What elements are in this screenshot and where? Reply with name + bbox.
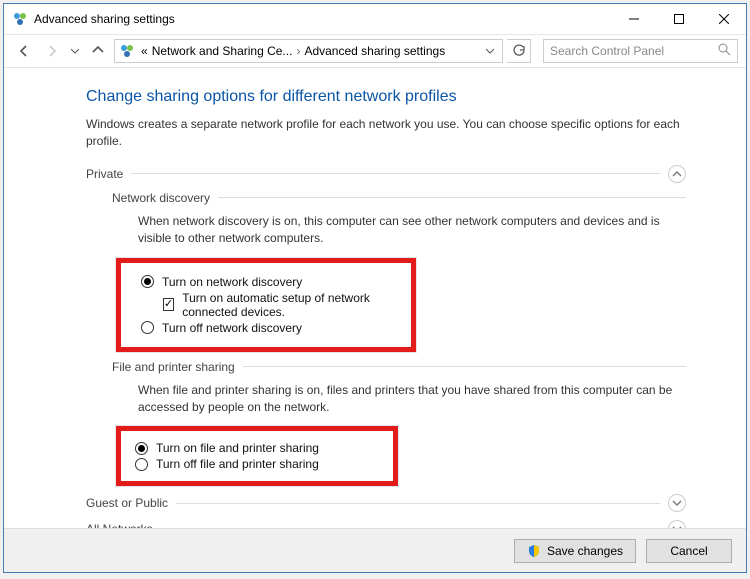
search-placeholder: Search Control Panel — [550, 44, 718, 58]
divider — [218, 197, 686, 198]
divider — [243, 366, 686, 367]
subsection-label: File and printer sharing — [112, 360, 235, 374]
checkbox-icon — [163, 298, 174, 311]
up-button[interactable] — [86, 39, 110, 63]
save-changes-button[interactable]: Save changes — [514, 539, 636, 563]
section-all-networks: All Networks — [86, 520, 686, 528]
section-header-private[interactable]: Private — [86, 165, 686, 183]
section-header-guest[interactable]: Guest or Public — [86, 494, 686, 512]
radio-label: Turn on network discovery — [162, 275, 302, 289]
close-button[interactable] — [701, 4, 746, 34]
checkbox-label: Turn on automatic setup of network conne… — [182, 291, 397, 319]
window-frame: Advanced sharing settings — [3, 3, 747, 573]
section-guest-public: Guest or Public — [86, 494, 686, 512]
divider — [176, 503, 660, 504]
shield-icon — [527, 544, 541, 558]
content-area: Change sharing options for different net… — [4, 68, 746, 528]
subsection-description: When network discovery is on, this compu… — [138, 213, 686, 248]
file-printer-options: Turn on file and printer sharing Turn of… — [116, 426, 398, 486]
radio-icon — [135, 458, 148, 471]
breadcrumb-dropdown[interactable] — [482, 44, 498, 58]
section-header-all[interactable]: All Networks — [86, 520, 686, 528]
cancel-button[interactable]: Cancel — [646, 539, 732, 563]
network-sharing-icon — [12, 11, 28, 27]
search-icon — [718, 43, 731, 59]
subsection-description: When file and printer sharing is on, fil… — [138, 382, 686, 417]
breadcrumb[interactable]: « Network and Sharing Ce... › Advanced s… — [114, 39, 503, 63]
back-button[interactable] — [12, 39, 36, 63]
forward-button[interactable] — [40, 39, 64, 63]
section-label: Guest or Public — [86, 496, 168, 510]
divider — [131, 173, 660, 174]
subsection-file-printer: File and printer sharing — [112, 360, 686, 374]
breadcrumb-segment[interactable]: Network and Sharing Ce... — [152, 44, 293, 58]
section-label: Private — [86, 167, 123, 181]
chevron-down-icon[interactable] — [668, 494, 686, 512]
section-private: Private Network discovery When network d… — [86, 165, 686, 487]
radio-icon — [141, 321, 154, 334]
search-input[interactable]: Search Control Panel — [543, 39, 738, 63]
subsection-label: Network discovery — [112, 191, 210, 205]
button-label: Save changes — [547, 544, 623, 558]
radio-label: Turn on file and printer sharing — [156, 441, 319, 455]
minimize-button[interactable] — [611, 4, 656, 34]
button-bar: Save changes Cancel — [4, 528, 746, 572]
radio-network-discovery-on[interactable]: Turn on network discovery — [141, 275, 397, 289]
window-title: Advanced sharing settings — [34, 12, 611, 26]
button-label: Cancel — [670, 544, 707, 558]
radio-icon — [135, 442, 148, 455]
radio-network-discovery-off[interactable]: Turn off network discovery — [141, 321, 397, 335]
radio-label: Turn off network discovery — [162, 321, 302, 335]
refresh-button[interactable] — [507, 39, 531, 63]
breadcrumb-segment[interactable]: Advanced sharing settings — [304, 44, 445, 58]
breadcrumb-prefix: « — [141, 44, 148, 58]
history-dropdown[interactable] — [68, 47, 82, 55]
chevron-up-icon[interactable] — [668, 165, 686, 183]
chevron-right-icon: › — [296, 44, 300, 58]
window-controls — [611, 4, 746, 34]
radio-label: Turn off file and printer sharing — [156, 457, 319, 471]
page-description: Windows creates a separate network profi… — [86, 116, 686, 151]
page-heading: Change sharing options for different net… — [86, 88, 686, 106]
checkbox-auto-setup[interactable]: Turn on automatic setup of network conne… — [163, 291, 397, 319]
navigation-bar: « Network and Sharing Ce... › Advanced s… — [4, 34, 746, 68]
radio-file-printer-off[interactable]: Turn off file and printer sharing — [135, 457, 379, 471]
radio-icon — [141, 275, 154, 288]
network-sharing-icon — [119, 43, 135, 59]
subsection-network-discovery: Network discovery — [112, 191, 686, 205]
section-label: All Networks — [86, 522, 153, 528]
maximize-button[interactable] — [656, 4, 701, 34]
titlebar: Advanced sharing settings — [4, 4, 746, 34]
network-discovery-options: Turn on network discovery Turn on automa… — [116, 258, 416, 352]
chevron-down-icon[interactable] — [668, 520, 686, 528]
radio-file-printer-on[interactable]: Turn on file and printer sharing — [135, 441, 379, 455]
